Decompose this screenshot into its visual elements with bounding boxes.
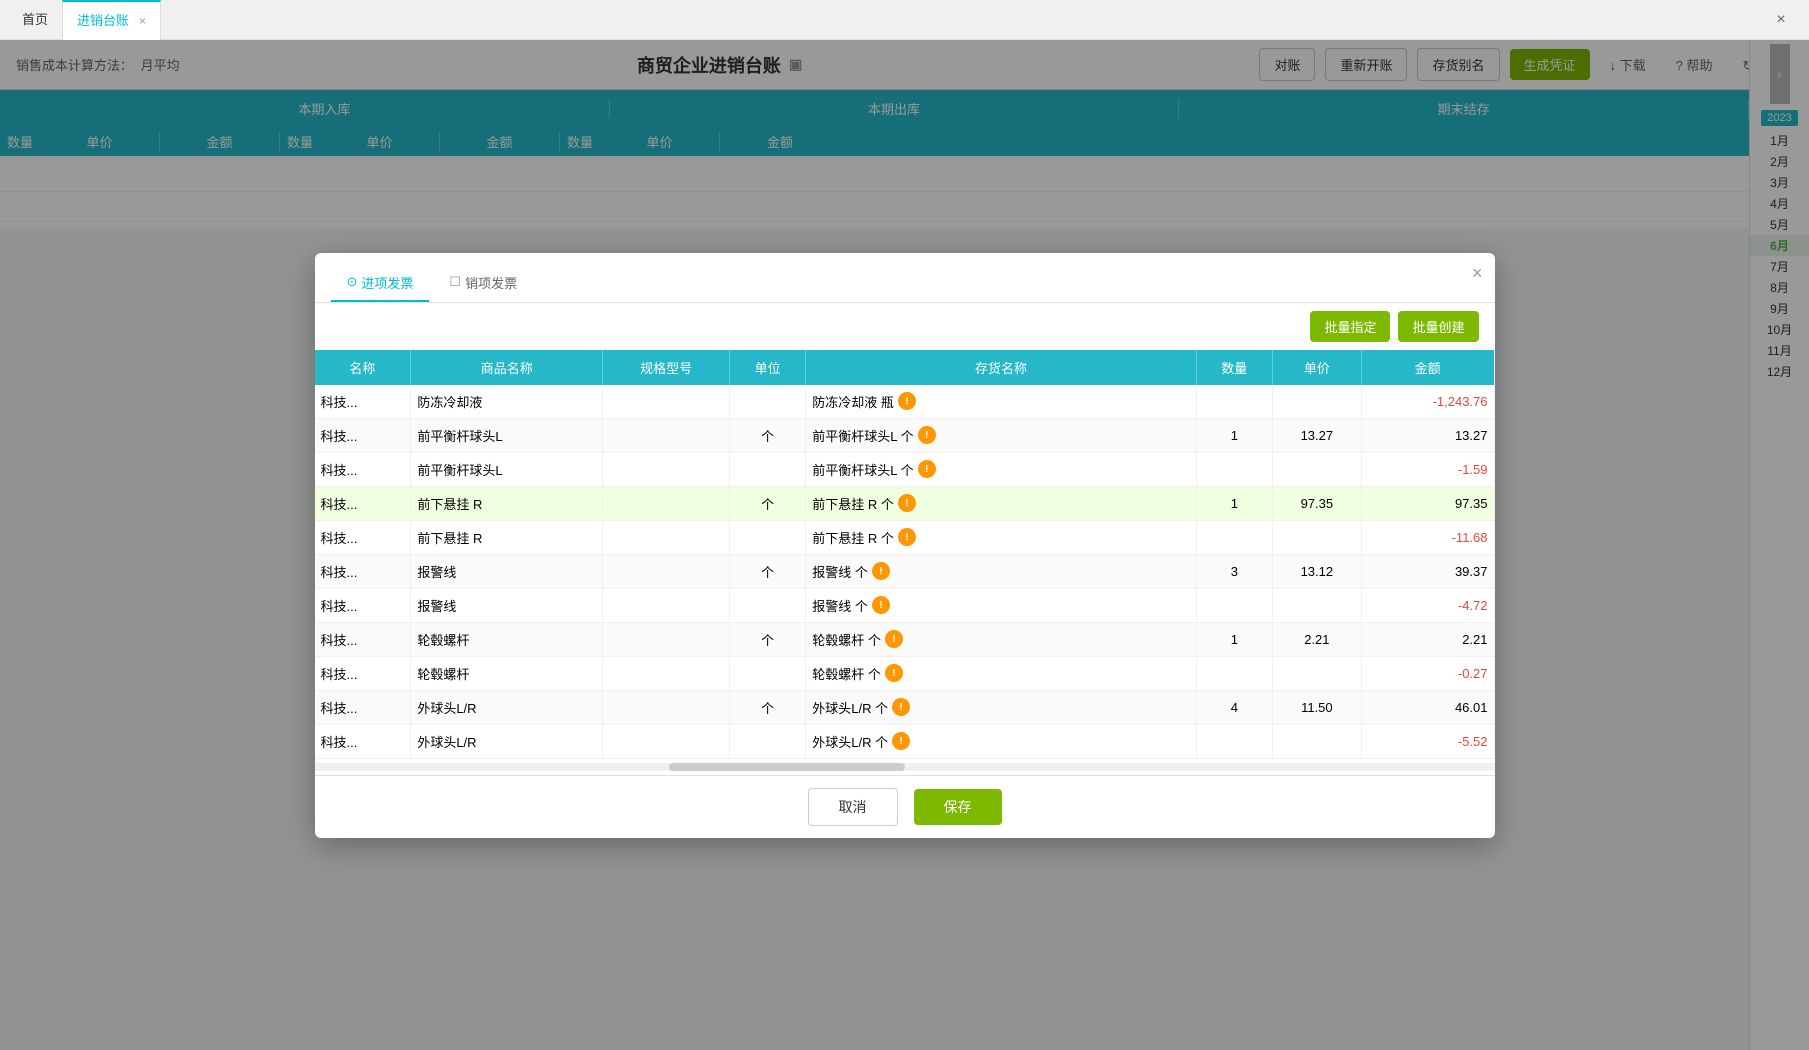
warning-icon: ! bbox=[885, 630, 903, 648]
table-header-row: 名称 商品名称 规格型号 单位 存货名称 数量 单价 金额 bbox=[315, 350, 1495, 385]
tab-active-label: 进销台账 bbox=[77, 1, 129, 41]
warning-icon: ! bbox=[898, 392, 916, 410]
warning-icon: ! bbox=[898, 494, 916, 512]
col-price: 单价 bbox=[1272, 350, 1361, 385]
table-row: 科技...报警线 报警线 个 ! -4.72 bbox=[315, 588, 1495, 622]
warning-icon: ! bbox=[892, 698, 910, 716]
table-row: 科技...轮毂螺杆个 轮毂螺杆 个 ! 12.212.21 bbox=[315, 622, 1495, 656]
table-row: 科技...报警线个 报警线 个 ! 313.1239.37 bbox=[315, 554, 1495, 588]
col-inventory: 存货名称 bbox=[806, 350, 1196, 385]
save-button[interactable]: 保存 bbox=[914, 789, 1002, 825]
invoice-table: 名称 商品名称 规格型号 单位 存货名称 数量 单价 金额 科技...防冻冷却液… bbox=[315, 350, 1495, 759]
tab-bar: 首页 进销台账 × × bbox=[0, 0, 1809, 40]
dialog-toolbar: 批量指定 批量创建 bbox=[315, 303, 1495, 350]
col-product: 商品名称 bbox=[411, 350, 603, 385]
window-close-button[interactable]: × bbox=[1761, 0, 1801, 40]
warning-icon: ! bbox=[918, 426, 936, 444]
warning-icon: ! bbox=[885, 664, 903, 682]
table-row: 科技...前平衡杆球头L 前平衡杆球头L 个 ! -1.59 bbox=[315, 452, 1495, 486]
batch-create-button[interactable]: 批量创建 bbox=[1398, 311, 1478, 342]
col-name: 名称 bbox=[315, 350, 411, 385]
col-qty: 数量 bbox=[1196, 350, 1272, 385]
horizontal-scrollbar[interactable] bbox=[315, 763, 1495, 771]
dialog-header: ⊙ 进项发票 ☐ 销项发票 × bbox=[315, 253, 1495, 303]
dialog-table: 名称 商品名称 规格型号 单位 存货名称 数量 单价 金额 科技...防冻冷却液… bbox=[315, 350, 1495, 759]
table-row: 科技...前下悬挂 R个 前下悬挂 R 个 ! 197.3597.35 bbox=[315, 486, 1495, 520]
invoice-dialog: ⊙ 进项发票 ☐ 销项发票 × 批量指定 批量创建 名称 bbox=[315, 253, 1495, 838]
cancel-button[interactable]: 取消 bbox=[808, 788, 898, 826]
main-area: 销售成本计算方法： 月平均 商贸企业进销台账 ▣ 对账 重新开账 存货别名 生成… bbox=[0, 40, 1809, 1050]
warning-icon: ! bbox=[872, 596, 890, 614]
tab-close-icon[interactable]: × bbox=[139, 1, 146, 41]
table-row: 科技...防冻冷却液 防冻冷却液 瓶 ! -1,243.76 bbox=[315, 385, 1495, 419]
batch-assign-button[interactable]: 批量指定 bbox=[1310, 311, 1390, 342]
scrollbar-thumb bbox=[669, 763, 905, 771]
table-row: 科技...外球头L/R个 外球头L/R 个 ! 411.5046.01 bbox=[315, 690, 1495, 724]
warning-icon: ! bbox=[892, 732, 910, 750]
table-row: 科技...前下悬挂 R 前下悬挂 R 个 ! -11.68 bbox=[315, 520, 1495, 554]
table-row: 科技...外球头L/R 外球头L/R 个 ! -5.52 bbox=[315, 724, 1495, 758]
col-unit: 单位 bbox=[730, 350, 806, 385]
warning-icon: ! bbox=[918, 460, 936, 478]
dialog-close-button[interactable]: × bbox=[1472, 263, 1483, 284]
col-amount: 金额 bbox=[1361, 350, 1494, 385]
dialog-footer: 取消 保存 bbox=[315, 775, 1495, 838]
warning-icon: ! bbox=[872, 562, 890, 580]
col-spec: 规格型号 bbox=[603, 350, 730, 385]
table-row: 科技...前平衡杆球头L个 前平衡杆球头L 个 ! 113.2713.27 bbox=[315, 418, 1495, 452]
tab-sales-invoice[interactable]: ☐ 销项发票 bbox=[433, 265, 533, 302]
table-row: 科技...轮毂螺杆 轮毂螺杆 个 ! -0.27 bbox=[315, 656, 1495, 690]
tab-purchase-invoice[interactable]: ⊙ 进项发票 bbox=[331, 265, 430, 302]
tab-home[interactable]: 首页 bbox=[8, 0, 62, 40]
modal-overlay: ⊙ 进项发票 ☐ 销项发票 × 批量指定 批量创建 名称 bbox=[0, 40, 1809, 1050]
warning-icon: ! bbox=[898, 528, 916, 546]
tab-active[interactable]: 进销台账 × bbox=[62, 0, 161, 40]
